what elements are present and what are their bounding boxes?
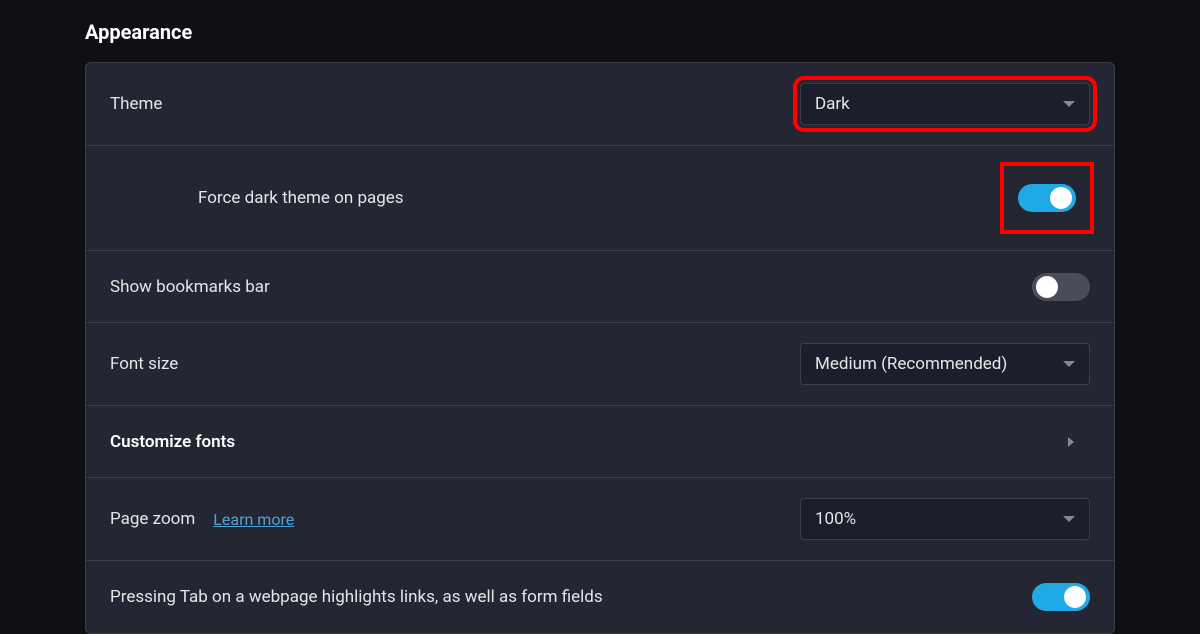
font-size-select[interactable]: Medium (Recommended) xyxy=(800,343,1090,385)
page-zoom-select[interactable]: 100% xyxy=(800,498,1090,540)
toggle-knob xyxy=(1050,187,1072,209)
force-dark-label: Force dark theme on pages xyxy=(110,188,404,208)
theme-select-value: Dark xyxy=(815,94,850,114)
appearance-settings-card: Theme Dark Force dark theme on pages Sho… xyxy=(85,62,1115,634)
font-size-select-value: Medium (Recommended) xyxy=(815,354,1007,374)
theme-select[interactable]: Dark xyxy=(800,83,1090,125)
page-zoom-label-group: Page zoom Learn more xyxy=(110,509,294,529)
theme-row: Theme Dark xyxy=(86,63,1114,146)
chevron-right-icon xyxy=(1068,437,1074,447)
page-zoom-label: Page zoom xyxy=(110,509,195,529)
page-zoom-select-value: 100% xyxy=(815,509,856,529)
toggle-knob xyxy=(1036,276,1058,298)
tab-highlight-row: Pressing Tab on a webpage highlights lin… xyxy=(86,561,1114,633)
section-title: Appearance xyxy=(85,20,1115,44)
tab-highlight-label: Pressing Tab on a webpage highlights lin… xyxy=(110,587,603,607)
chevron-down-icon xyxy=(1063,516,1075,522)
chevron-down-icon xyxy=(1063,101,1075,107)
font-size-label: Font size xyxy=(110,354,178,374)
bookmarks-bar-row: Show bookmarks bar xyxy=(86,251,1114,323)
toggle-knob xyxy=(1064,586,1086,608)
tab-highlight-toggle[interactable] xyxy=(1032,583,1090,611)
customize-fonts-row[interactable]: Customize fonts xyxy=(86,406,1114,478)
page-zoom-row: Page zoom Learn more 100% xyxy=(86,478,1114,561)
chevron-down-icon xyxy=(1063,361,1075,367)
force-dark-row: Force dark theme on pages xyxy=(86,146,1114,251)
force-dark-toggle-highlight xyxy=(1004,166,1090,230)
theme-label: Theme xyxy=(110,94,162,114)
force-dark-toggle[interactable] xyxy=(1018,184,1076,212)
customize-fonts-label: Customize fonts xyxy=(110,432,235,452)
learn-more-link[interactable]: Learn more xyxy=(213,510,294,529)
font-size-row: Font size Medium (Recommended) xyxy=(86,323,1114,406)
bookmarks-bar-toggle[interactable] xyxy=(1032,273,1090,301)
bookmarks-bar-label: Show bookmarks bar xyxy=(110,277,270,297)
